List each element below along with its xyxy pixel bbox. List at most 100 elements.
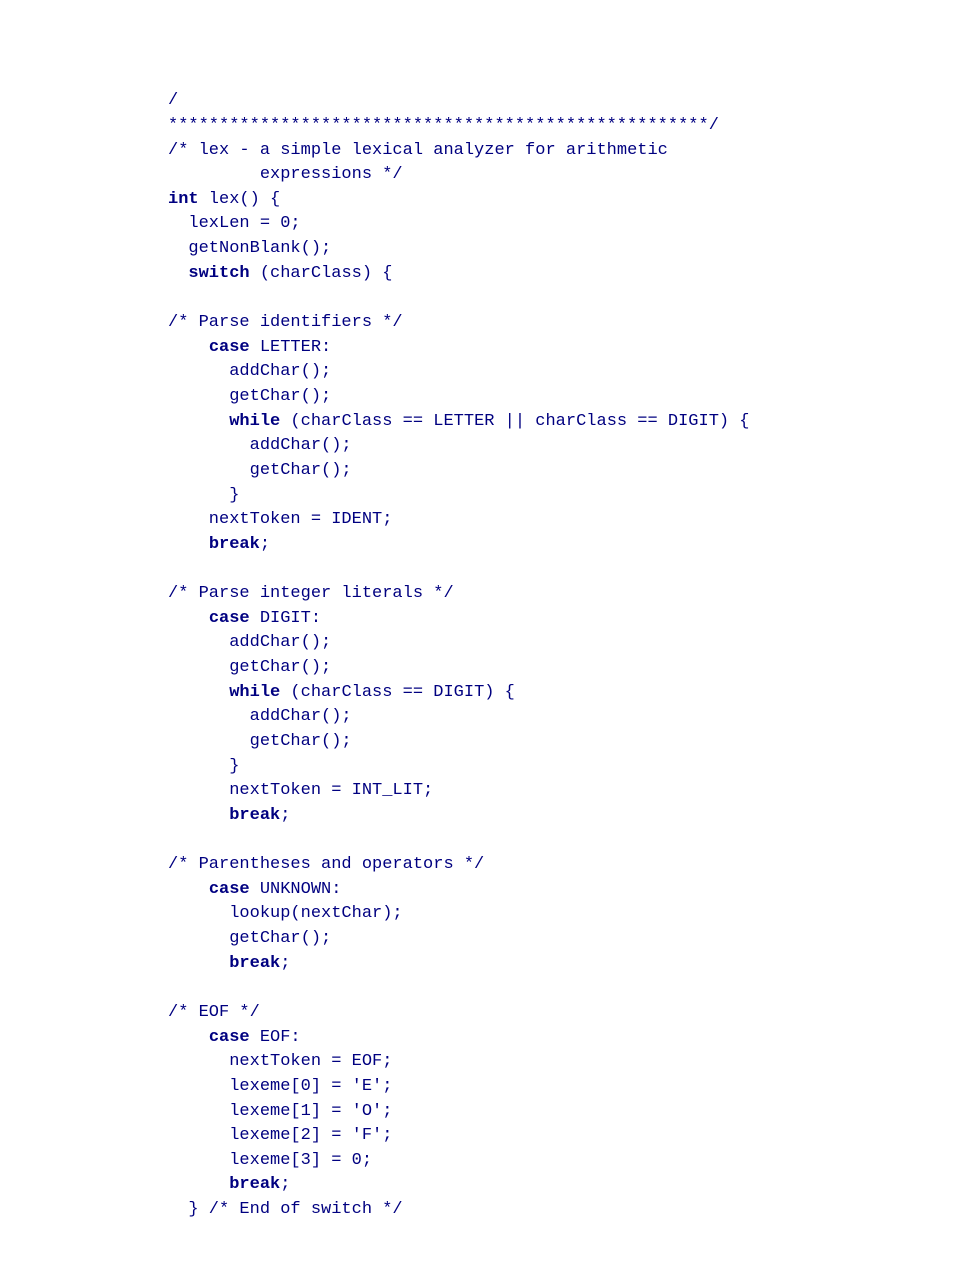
code-line: case LETTER:	[168, 336, 958, 361]
code-keyword: break	[229, 1175, 280, 1194]
code-line: } /* End of switch */	[168, 1198, 958, 1223]
code-line: break;	[168, 804, 958, 829]
code-line: nextToken = EOF;	[168, 1050, 958, 1075]
code-text: addChar();	[168, 362, 331, 381]
code-text: expressions */	[168, 165, 403, 184]
code-text: LETTER:	[250, 338, 332, 357]
code-line: case UNKNOWN:	[168, 878, 958, 903]
code-keyword: while	[229, 412, 280, 431]
code-line: }	[168, 755, 958, 780]
code-page: / ***************************************…	[0, 0, 958, 1280]
code-text: getChar();	[168, 929, 331, 948]
code-text	[168, 264, 188, 283]
code-text: addChar();	[168, 707, 352, 726]
code-keyword: while	[229, 683, 280, 702]
code-text: lexLen = 0;	[168, 214, 301, 233]
code-line: lexLen = 0;	[168, 212, 958, 237]
code-text: nextToken = INT_LIT;	[168, 781, 433, 800]
code-line: break;	[168, 533, 958, 558]
code-line: expressions */	[168, 163, 958, 188]
code-text	[168, 535, 209, 554]
code-line: getChar();	[168, 730, 958, 755]
code-line: /* EOF */	[168, 1001, 958, 1026]
code-text: }	[168, 486, 239, 505]
code-line: switch (charClass) {	[168, 262, 958, 287]
code-line: /	[168, 89, 958, 114]
code-line: lexeme[2] = 'F';	[168, 1124, 958, 1149]
code-keyword: break	[229, 806, 280, 825]
code-line: nextToken = IDENT;	[168, 508, 958, 533]
code-line: nextToken = INT_LIT;	[168, 779, 958, 804]
code-line	[168, 829, 958, 854]
code-line	[168, 286, 958, 311]
code-text: getChar();	[168, 732, 352, 751]
code-line	[168, 557, 958, 582]
code-text: nextToken = EOF;	[168, 1052, 392, 1071]
code-line: addChar();	[168, 434, 958, 459]
code-line: while (charClass == DIGIT) {	[168, 681, 958, 706]
code-keyword: break	[209, 535, 260, 554]
code-line: break;	[168, 952, 958, 977]
code-line: getChar();	[168, 459, 958, 484]
code-text: ;	[260, 535, 270, 554]
code-text	[168, 412, 229, 431]
code-line: addChar();	[168, 631, 958, 656]
code-text	[168, 609, 209, 628]
code-line: getNonBlank();	[168, 237, 958, 262]
code-text: DIGIT:	[250, 609, 321, 628]
code-keyword: int	[168, 190, 199, 209]
code-text: /* lex - a simple lexical analyzer for a…	[168, 141, 668, 160]
code-text: getChar();	[168, 658, 331, 677]
code-line: /* Parse identifiers */	[168, 311, 958, 336]
code-keyword: case	[209, 338, 250, 357]
code-keyword: break	[229, 954, 280, 973]
code-line: getChar();	[168, 656, 958, 681]
code-text: getChar();	[168, 461, 352, 480]
code-text: /* EOF */	[168, 1003, 260, 1022]
code-line: lexeme[3] = 0;	[168, 1149, 958, 1174]
code-text: ****************************************…	[168, 116, 719, 135]
code-text: } /* End of switch */	[168, 1200, 403, 1219]
code-text: /	[168, 91, 178, 110]
code-text: lexeme[1] = 'O';	[168, 1102, 392, 1121]
code-keyword: switch	[188, 264, 249, 283]
code-line: addChar();	[168, 360, 958, 385]
code-text: nextToken = IDENT;	[168, 510, 392, 529]
code-text: lexeme[2] = 'F';	[168, 1126, 392, 1145]
code-text: /* Parentheses and operators */	[168, 855, 484, 874]
code-text	[168, 338, 209, 357]
code-line: ****************************************…	[168, 114, 958, 139]
code-text	[168, 683, 229, 702]
code-line: case DIGIT:	[168, 607, 958, 632]
code-text: (charClass == LETTER || charClass == DIG…	[280, 412, 749, 431]
code-text: getChar();	[168, 387, 331, 406]
code-text: /* Parse identifiers */	[168, 313, 403, 332]
code-line: lexeme[1] = 'O';	[168, 1100, 958, 1125]
code-keyword: case	[209, 880, 250, 899]
code-text: addChar();	[168, 633, 331, 652]
code-text	[168, 880, 209, 899]
code-text: getNonBlank();	[168, 239, 331, 258]
code-keyword: case	[209, 1028, 250, 1047]
code-keyword: case	[209, 609, 250, 628]
code-line: getChar();	[168, 385, 958, 410]
code-text: UNKNOWN:	[250, 880, 342, 899]
code-line: /* lex - a simple lexical analyzer for a…	[168, 139, 958, 164]
code-text	[168, 806, 229, 825]
code-line: int lex() {	[168, 188, 958, 213]
code-text: EOF:	[250, 1028, 301, 1047]
code-text: lookup(nextChar);	[168, 904, 403, 923]
code-text: /* Parse integer literals */	[168, 584, 454, 603]
code-text: (charClass == DIGIT) {	[280, 683, 515, 702]
code-text	[168, 954, 229, 973]
code-text: addChar();	[168, 436, 352, 455]
code-text: ;	[280, 1175, 290, 1194]
code-text: ;	[280, 954, 290, 973]
code-text: ;	[280, 806, 290, 825]
code-line: break;	[168, 1173, 958, 1198]
code-line: /* Parentheses and operators */	[168, 853, 958, 878]
code-text: lexeme[0] = 'E';	[168, 1077, 392, 1096]
code-line	[168, 976, 958, 1001]
code-line: /* Parse integer literals */	[168, 582, 958, 607]
code-line: }	[168, 484, 958, 509]
